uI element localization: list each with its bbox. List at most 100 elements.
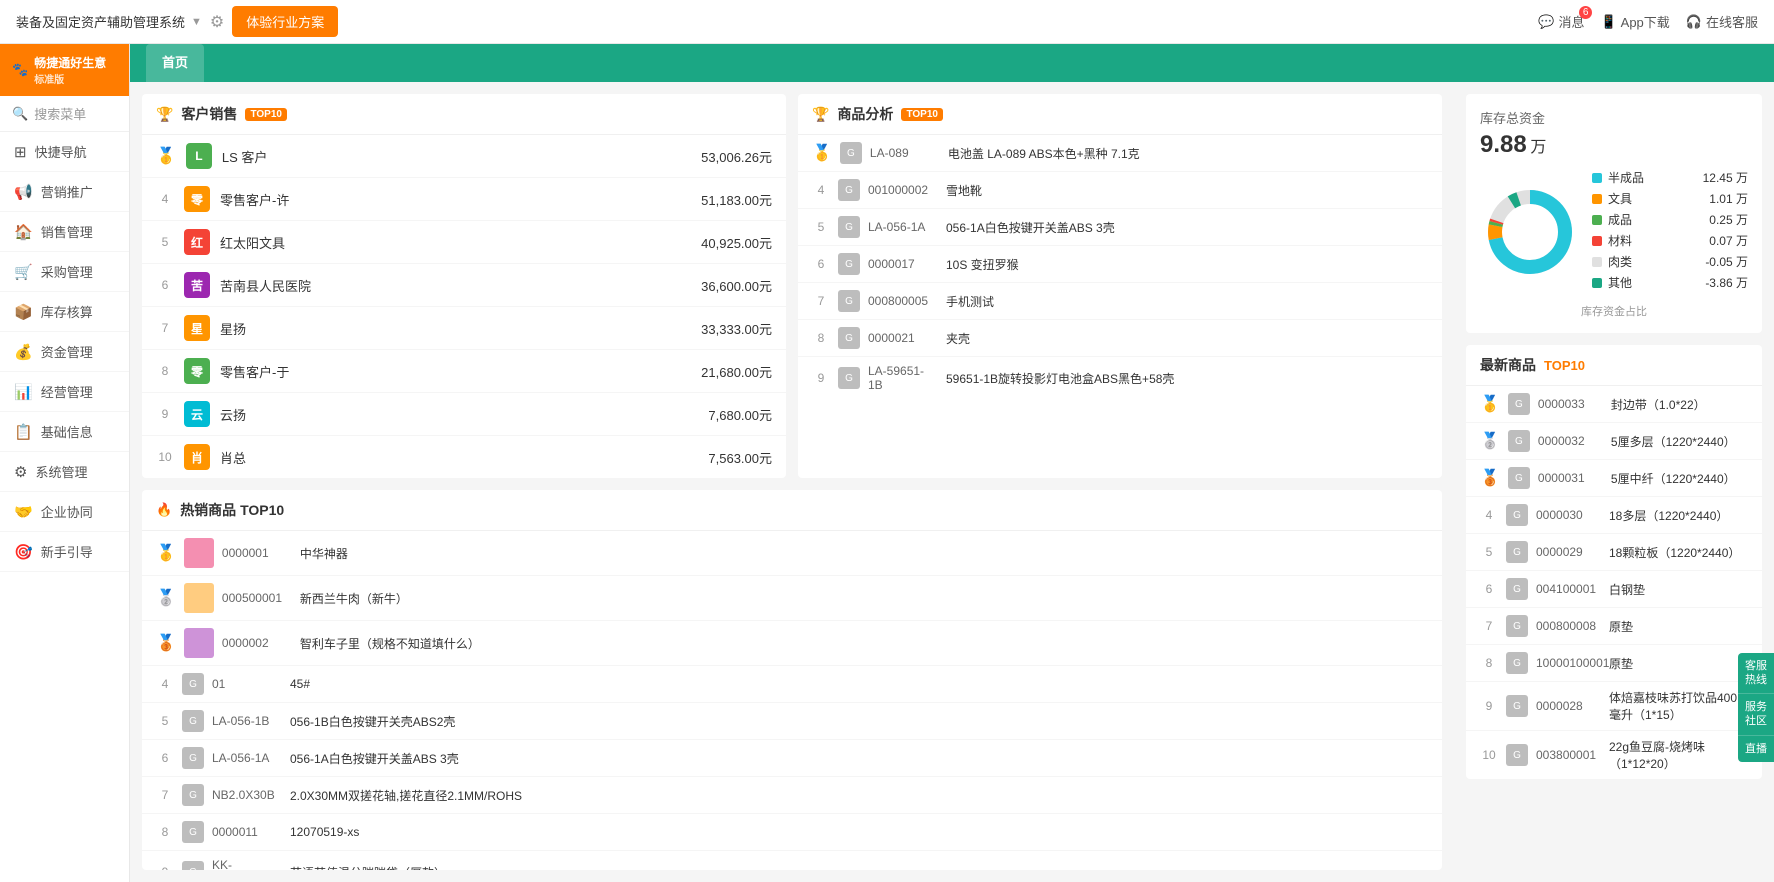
- hp-item: 7 G NB2.0X30B 2.0X30MM双搓花轴,搓花直径2.1MM/ROH…: [142, 777, 1442, 814]
- product-name: 原垫: [1609, 655, 1748, 672]
- top-bar: 装备及固定资产辅助管理系统 ▼ ⚙ 体验行业方案 💬 消息 6 📱 App下载 …: [0, 0, 1774, 44]
- product-img-placeholder: G: [838, 253, 860, 275]
- sidebar-item-enterprise[interactable]: 🤝 企业协同: [0, 492, 129, 532]
- sidebar-item-system[interactable]: ⚙ 系统管理: [0, 452, 129, 492]
- product-img-placeholder: G: [1508, 393, 1530, 415]
- finance-icon: 💰: [14, 343, 33, 361]
- management-icon: 📊: [14, 383, 33, 401]
- product-code: 0000002: [222, 636, 292, 650]
- product-name: 056-1A白色按键开关盖ABS 3壳: [946, 219, 1428, 236]
- product-item: 4 G 001000002 雪地靴: [798, 172, 1442, 209]
- rank-num: 8: [156, 364, 174, 378]
- middle-section: 🏆 客户销售 TOP10 🥇 L LS 客户 53,006.26元 4: [130, 82, 1454, 882]
- product-code: 10000100001: [1536, 656, 1601, 670]
- inventory-title: 库存总资金: [1480, 108, 1748, 127]
- product-image: [184, 628, 214, 658]
- customer-amount: 7,563.00元: [708, 448, 772, 467]
- legend-item: 成品 0.25 万: [1592, 211, 1748, 228]
- sidebar-item-management[interactable]: 📊 经营管理: [0, 372, 129, 412]
- product-code: 0000011: [212, 825, 282, 839]
- donut-chart: [1480, 182, 1580, 282]
- product-img-placeholder: G: [182, 747, 204, 769]
- product-img-placeholder: G: [182, 821, 204, 843]
- legend-dot: [1592, 215, 1602, 225]
- sidebar-item-guide[interactable]: 🎯 新手引导: [0, 532, 129, 572]
- customer-avatar: 苦: [184, 272, 210, 298]
- product-code: LA-59651-1B: [868, 364, 938, 392]
- sidebar-item-purchase[interactable]: 🛒 采购管理: [0, 252, 129, 292]
- product-code: 0000033: [1538, 397, 1603, 411]
- product-code: 0000032: [1538, 434, 1603, 448]
- product-name: 5厘多层（1220*2440）: [1611, 433, 1748, 450]
- legend-dot: [1592, 173, 1602, 183]
- product-code: KK-SD22110H: [212, 858, 282, 870]
- content-body: 🏆 客户销售 TOP10 🥇 L LS 客户 53,006.26元 4: [130, 82, 1774, 882]
- product-img-placeholder: G: [838, 216, 860, 238]
- message-badge: 6: [1579, 6, 1593, 19]
- sidebar-item-sales[interactable]: 🏠 销售管理: [0, 212, 129, 252]
- product-code: 0000017: [868, 257, 938, 271]
- rank-num: 9: [156, 865, 174, 870]
- product-img-placeholder: G: [1506, 578, 1528, 600]
- rank-medal: 🥈: [156, 588, 176, 608]
- rank-num: 8: [812, 331, 830, 345]
- sidebar-item-finance[interactable]: 💰 资金管理: [0, 332, 129, 372]
- product-name: 22g鱼豆腐-烧烤味（1*12*20）: [1609, 738, 1748, 772]
- product-img-placeholder: G: [838, 327, 860, 349]
- hot-products-header: 🔥 热销商品 TOP10: [142, 490, 1442, 531]
- sidebar-search[interactable]: 🔍 搜索菜单: [0, 96, 129, 132]
- top10-badge: TOP10: [245, 108, 287, 121]
- float-service-community[interactable]: 服务社区: [1738, 694, 1774, 736]
- product-name: 10S 变扭罗猴: [946, 256, 1428, 273]
- product-name: 封边带（1.0*22）: [1611, 396, 1748, 413]
- message-button[interactable]: 💬 消息 6: [1538, 12, 1584, 31]
- app-download-button[interactable]: 📱 App下载: [1600, 12, 1669, 31]
- product-code: LA-056-1B: [212, 714, 282, 728]
- settings-icon[interactable]: ⚙: [210, 12, 224, 32]
- new-product-item: 8 G 10000100001 原垫: [1466, 645, 1762, 682]
- sidebar: 🐾 畅捷通好生意 标准版 🔍 搜索菜单 ⊞ 快捷导航 📢 营销推广 🏠 销售管理…: [0, 44, 130, 882]
- product-name: 体焙嘉枝味苏打饮品400毫升（1*15）: [1609, 689, 1748, 723]
- new-product-item: 10 G 003800001 22g鱼豆腐-烧烤味（1*12*20）: [1466, 731, 1762, 779]
- customer-name: 肖总: [220, 448, 698, 467]
- online-service-button[interactable]: 🎧 在线客服: [1686, 12, 1758, 31]
- float-live[interactable]: 直播: [1738, 736, 1774, 762]
- brand-sub: 标准版: [34, 71, 106, 86]
- sidebar-item-basic-info[interactable]: 📋 基础信息: [0, 412, 129, 452]
- product-code: 0000028: [1536, 699, 1601, 713]
- rank-num: 8: [1480, 656, 1498, 670]
- product-name: 中华神器: [300, 545, 1428, 562]
- brand: 🐾 畅捷通好生意 标准版: [0, 44, 129, 96]
- sidebar-item-quick-nav[interactable]: ⊞ 快捷导航: [0, 132, 129, 172]
- list-item: 8 零 零售客户-于 21,680.00元: [142, 350, 786, 393]
- product-name: 夹壳: [946, 330, 1428, 347]
- top-sale-products-header: 🏆 商品分析 TOP10: [798, 94, 1442, 135]
- product-img-placeholder: G: [1508, 430, 1530, 452]
- new-product-item: 7 G 000800008 原垫: [1466, 608, 1762, 645]
- product-name: 2.0X30MM双搓花轴,搓花直径2.1MM/ROHS: [290, 787, 1428, 804]
- rank-medal-1: 🥇: [156, 146, 176, 166]
- headset-icon: 🎧: [1686, 14, 1702, 30]
- sidebar-item-marketing[interactable]: 📢 营销推广: [0, 172, 129, 212]
- product-name: 5厘中纤（1220*2440）: [1611, 470, 1748, 487]
- product-img-placeholder: G: [838, 290, 860, 312]
- new-product-item: 🥇 G 0000033 封边带（1.0*22）: [1466, 386, 1762, 423]
- info-icon: 📋: [14, 423, 33, 441]
- sidebar-item-inventory[interactable]: 📦 库存核算: [0, 292, 129, 332]
- product-item: 8 G 0000021 夹壳: [798, 320, 1442, 357]
- trophy-icon: 🏆: [156, 106, 173, 123]
- customer-amount: 21,680.00元: [701, 362, 772, 381]
- trial-button[interactable]: 体验行业方案: [232, 6, 338, 37]
- customer-name: 苦南县人民医院: [220, 276, 691, 295]
- list-item: 4 零 零售客户-许 51,183.00元: [142, 178, 786, 221]
- system-name: 装备及固定资产辅助管理系统: [16, 12, 185, 31]
- product-code: 0000031: [1538, 471, 1603, 485]
- hp-item: 8 G 0000011 12070519-xs: [142, 814, 1442, 851]
- float-customer-service[interactable]: 客服热线: [1738, 653, 1774, 695]
- fire-icon: 🔥: [156, 502, 172, 518]
- tab-home[interactable]: 首页: [146, 44, 204, 82]
- customer-name: 星扬: [220, 319, 691, 338]
- system-selector[interactable]: 装备及固定资产辅助管理系统 ▼: [16, 12, 202, 31]
- rank-medal-1: 🥇: [812, 143, 832, 163]
- enterprise-icon: 🤝: [14, 503, 33, 521]
